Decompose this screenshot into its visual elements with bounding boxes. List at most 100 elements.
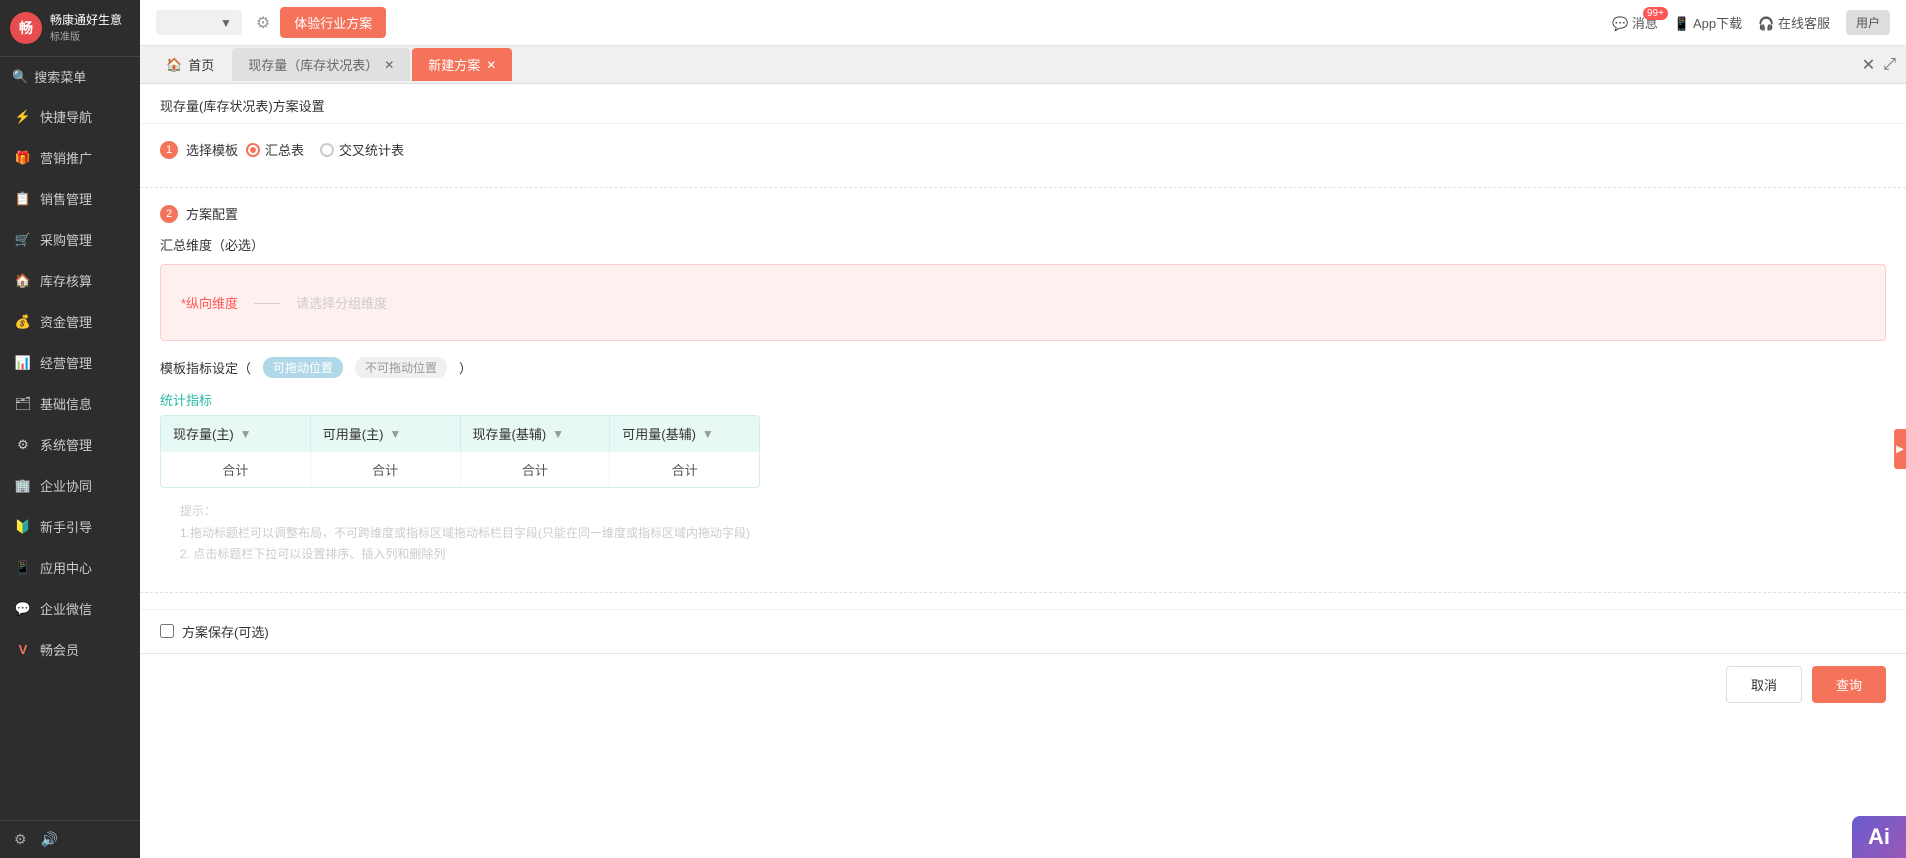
sidebar-item-label: 库存核算 xyxy=(40,271,92,290)
wechat-icon: 💬 xyxy=(14,600,32,618)
stats-col-0[interactable]: 现存量(主) ▼ xyxy=(161,416,311,451)
sidebar-item-marketing[interactable]: 🎁 营销推广 xyxy=(0,137,140,178)
expand-window-icon[interactable]: ⤢ xyxy=(1883,56,1896,74)
breadcrumb-text xyxy=(166,14,214,31)
stats-table-row: 合计 合计 合计 合计 xyxy=(161,451,759,487)
search-icon: 🔍 xyxy=(12,69,28,85)
finance-icon: 💰 xyxy=(14,313,32,331)
sidebar-item-label: 企业协同 xyxy=(40,476,92,495)
stats-col-2-dropdown-icon[interactable]: ▼ xyxy=(552,427,564,441)
cancel-button[interactable]: 取消 xyxy=(1726,666,1802,703)
membership-icon: V xyxy=(14,641,32,659)
tab-new-plan-label: 新建方案 xyxy=(428,55,480,74)
user-avatar[interactable]: 用户 xyxy=(1846,10,1890,35)
stats-section-label: 统计指标 xyxy=(160,390,1886,409)
ai-badge[interactable]: Ai xyxy=(1852,816,1906,858)
system-icon: ⚙ xyxy=(14,436,32,454)
sidebar-item-wechat[interactable]: 💬 企业微信 xyxy=(0,588,140,629)
online-support-link[interactable]: 🎧 在线客服 xyxy=(1758,13,1830,32)
template-radio-group: 汇总表 交叉统计表 xyxy=(246,140,404,159)
message-badge[interactable]: 💬 消息 99+ xyxy=(1612,13,1658,32)
dimension-alert-box[interactable]: *纵向维度 —— 请选择分组维度 xyxy=(160,264,1886,341)
sidebar-item-label: 系统管理 xyxy=(40,435,92,454)
sidebar-item-label: 经营管理 xyxy=(40,353,92,372)
tab-home[interactable]: 🏠 首页 xyxy=(150,48,230,81)
trial-button[interactable]: 体验行业方案 xyxy=(280,7,386,38)
step1-title: 选择模板 xyxy=(186,140,238,159)
sidebar-item-operations[interactable]: 📊 经营管理 xyxy=(0,342,140,383)
page-title: 现存量(库存状况表)方案设置 xyxy=(140,84,1906,124)
speaker-footer-icon[interactable]: 🔊 xyxy=(41,831,58,848)
app-edition: 标准版 xyxy=(50,28,122,43)
sidebar-item-label: 资金管理 xyxy=(40,312,92,331)
dash: —— xyxy=(254,295,280,310)
sidebar-item-enterprise[interactable]: 🏢 企业协同 xyxy=(0,465,140,506)
tab-inventory-label: 现存量（库存状况表） xyxy=(248,55,378,74)
query-button[interactable]: 查询 xyxy=(1812,666,1886,703)
purchase-icon: 🛒 xyxy=(14,231,32,249)
search-menu[interactable]: 🔍 搜索菜单 xyxy=(0,57,140,96)
sidebar-item-label: 销售管理 xyxy=(40,189,92,208)
sidebar-item-newbie[interactable]: 🔰 新手引导 xyxy=(0,506,140,547)
user-name: 用户 xyxy=(1856,16,1880,30)
sidebar-item-app-center[interactable]: 📱 应用中心 xyxy=(0,547,140,588)
sidebar-item-label: 应用中心 xyxy=(40,558,92,577)
stats-col-2[interactable]: 现存量(基辅) ▼ xyxy=(461,416,611,451)
save-checkbox-label[interactable]: 方案保存(可选) xyxy=(182,622,269,641)
stats-cell-0: 合计 xyxy=(161,452,311,487)
sidebar: 畅 畅康通好生意 标准版 🔍 搜索菜单 ⚡ 快捷导航 🎁 营销推广 📋 销售管理… xyxy=(0,0,140,858)
not-draggable-toggle[interactable]: 不可拖动位置 xyxy=(355,357,447,378)
not-draggable-label: 不可拖动位置 xyxy=(355,357,447,378)
stats-table-header: 现存量(主) ▼ 可用量(主) ▼ 现存量(基辅) ▼ 可用量(基辅) ▼ xyxy=(161,416,759,451)
stats-col-0-label: 现存量(主) xyxy=(173,424,234,443)
settings-footer-icon[interactable]: ⚙ xyxy=(14,831,27,848)
topbar-right: 💬 消息 99+ 📱 App下载 🎧 在线客服 用户 xyxy=(1612,10,1890,35)
radio-cross[interactable]: 交叉统计表 xyxy=(320,140,404,159)
tab-inventory-close-icon[interactable]: ✕ xyxy=(384,58,394,72)
phone-icon: 📱 xyxy=(1674,16,1690,31)
sidebar-item-inventory[interactable]: 🏠 库存核算 xyxy=(0,260,140,301)
app-name: 畅康通好生意 xyxy=(50,13,122,29)
vertical-label: *纵向维度 xyxy=(181,293,238,312)
save-checkbox[interactable] xyxy=(160,624,174,638)
close-window-icon[interactable]: ✕ xyxy=(1862,55,1875,75)
topbar-settings-icon[interactable]: ⚙ xyxy=(256,13,270,33)
draggable-label: 可拖动位置 xyxy=(263,357,343,378)
quick-nav-icon: ⚡ xyxy=(14,108,32,126)
sidebar-item-system[interactable]: ⚙ 系统管理 xyxy=(0,424,140,465)
stats-col-3[interactable]: 可用量(基辅) ▼ xyxy=(610,416,759,451)
sidebar-item-sales[interactable]: 📋 销售管理 xyxy=(0,178,140,219)
tab-new-plan-close-icon[interactable]: ✕ xyxy=(486,58,496,72)
topbar: ▼ ⚙ 体验行业方案 💬 消息 99+ 📱 App下载 🎧 在线客服 用户 xyxy=(140,0,1906,46)
divider1 xyxy=(140,187,1906,188)
sidebar-item-label: 采购管理 xyxy=(40,230,92,249)
stats-col-3-dropdown-icon[interactable]: ▼ xyxy=(702,427,714,441)
content-area: 现存量(库存状况表)方案设置 1 选择模板 汇总表 交叉统计表 xyxy=(140,84,1906,858)
sidebar-item-membership[interactable]: V 畅会员 xyxy=(0,629,140,670)
app-download-link[interactable]: 📱 App下载 xyxy=(1674,13,1742,32)
tab-inventory-status[interactable]: 现存量（库存状况表） ✕ xyxy=(232,48,410,81)
sidebar-item-purchase[interactable]: 🛒 采购管理 xyxy=(0,219,140,260)
inventory-icon: 🏠 xyxy=(14,272,32,290)
indicator-settings-suffix: ） xyxy=(459,358,472,377)
app-name-block: 畅康通好生意 标准版 xyxy=(50,13,122,44)
content-footer: 方案保存(可选) xyxy=(140,609,1906,653)
breadcrumb[interactable]: ▼ xyxy=(156,10,242,35)
search-menu-label: 搜索菜单 xyxy=(34,67,86,86)
radio-summary[interactable]: 汇总表 xyxy=(246,140,304,159)
message-count: 99+ xyxy=(1643,7,1668,20)
chat-icon: 💬 xyxy=(1612,16,1628,31)
sidebar-item-quick-nav[interactable]: ⚡ 快捷导航 xyxy=(0,96,140,137)
sidebar-item-finance[interactable]: 💰 资金管理 xyxy=(0,301,140,342)
sidebar-nav: ⚡ 快捷导航 🎁 营销推广 📋 销售管理 🛒 采购管理 🏠 库存核算 💰 资金管… xyxy=(0,96,140,820)
app-download-label: App下载 xyxy=(1693,16,1742,31)
stats-col-1[interactable]: 可用量(主) ▼ xyxy=(311,416,461,451)
tips-section: 提示： 1.拖动标题栏可以调整布局，不可跨维度或指标区域拖动标栏目字段(只能在同… xyxy=(160,491,1886,576)
sidebar-item-basic-info[interactable]: 🗂 基础信息 xyxy=(0,383,140,424)
draggable-toggle[interactable]: 可拖动位置 xyxy=(263,357,343,378)
stats-col-0-dropdown-icon[interactable]: ▼ xyxy=(240,427,252,441)
stats-col-1-dropdown-icon[interactable]: ▼ xyxy=(389,427,401,441)
right-expand-handle[interactable]: ▶ xyxy=(1894,429,1906,469)
tip1: 1.拖动标题栏可以调整布局，不可跨维度或指标区域拖动标栏目字段(只能在同一维度或… xyxy=(180,526,750,540)
tab-new-plan[interactable]: 新建方案 ✕ xyxy=(412,48,512,81)
